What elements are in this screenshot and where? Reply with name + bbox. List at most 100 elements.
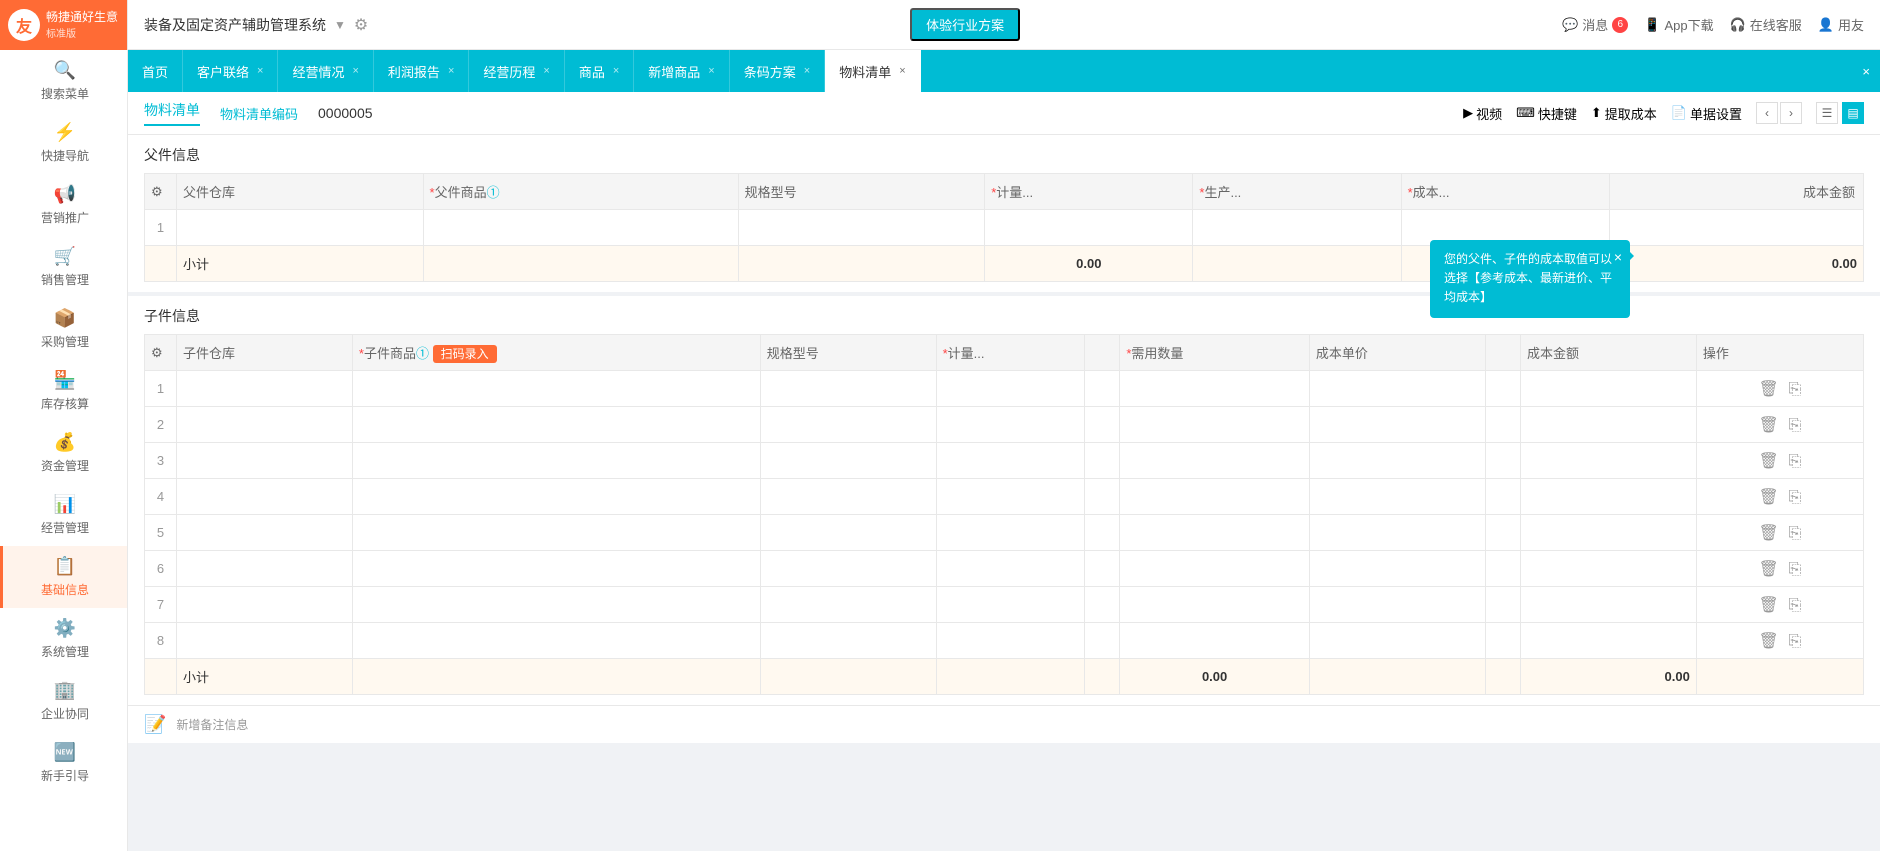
sidebar-item-sales[interactable]: 🛒 销售管理 [0, 236, 127, 298]
child-row-2-unit[interactable] [936, 407, 1085, 443]
prev-btn[interactable]: ‹ [1756, 102, 1778, 124]
scan-btn[interactable]: 扫码录入 [433, 345, 497, 363]
child-row-1-warehouse[interactable] [177, 371, 353, 407]
shortcut-btn[interactable]: ⌨ 快捷键 [1516, 104, 1577, 123]
sidebar-item-system[interactable]: ⚙️ 系统管理 [0, 608, 127, 670]
child-row-8-qty[interactable] [1120, 623, 1310, 659]
user-item[interactable]: 👤 用友 [1818, 15, 1864, 34]
child-row-4-unit[interactable] [936, 479, 1085, 515]
tab-add-goods-close[interactable]: × [708, 65, 714, 77]
notification-item[interactable]: 💬 消息 6 [1562, 15, 1628, 34]
tab-goods-close[interactable]: × [613, 65, 619, 77]
settings-icon[interactable]: ⚙ [354, 15, 368, 35]
delete-icon-4[interactable]: 🗑 [1759, 489, 1779, 506]
child-row-5-qty[interactable] [1120, 515, 1310, 551]
sidebar-item-guide[interactable]: 🆕 新手引导 [0, 732, 127, 794]
delete-icon-5[interactable]: 🗑 [1759, 525, 1779, 542]
copy-icon-7[interactable]: ⎘ [1788, 597, 1801, 614]
child-row-1-spec[interactable] [760, 371, 936, 407]
child-row-4-goods[interactable] [352, 479, 760, 515]
sidebar-item-finance[interactable]: 💰 资金管理 [0, 422, 127, 484]
tab-goods[interactable]: 商品 × [565, 50, 634, 92]
child-row-3-spec[interactable] [760, 443, 936, 479]
bottom-icon[interactable]: 📝 [144, 714, 166, 735]
child-row-4-unit-cost[interactable] [1309, 479, 1485, 515]
copy-icon-2[interactable]: ⎘ [1788, 417, 1801, 434]
tab-profit[interactable]: 利润报告 × [374, 50, 469, 92]
child-row-2-goods[interactable] [352, 407, 760, 443]
parent-row-1-produce[interactable] [1193, 210, 1401, 246]
single-settings-btn[interactable]: 📄 单据设置 [1671, 104, 1742, 123]
child-row-2-unit-cost[interactable] [1309, 407, 1485, 443]
child-row-4-qty[interactable] [1120, 479, 1310, 515]
tab-bom-close[interactable]: × [899, 65, 905, 77]
child-gear-icon[interactable]: ⚙ [151, 345, 163, 360]
delete-icon-2[interactable]: 🗑 [1759, 417, 1779, 434]
trial-button[interactable]: 体验行业方案 [910, 8, 1020, 41]
copy-icon-4[interactable]: ⎘ [1788, 489, 1801, 506]
child-row-3-goods[interactable] [352, 443, 760, 479]
child-row-8-spec[interactable] [760, 623, 936, 659]
tab-barcode-close[interactable]: × [804, 65, 810, 77]
tab-business-status-close[interactable]: × [352, 65, 358, 77]
video-btn[interactable]: ▶ 视频 [1463, 104, 1502, 123]
child-row-8-warehouse[interactable] [177, 623, 353, 659]
tab-customer[interactable]: 客户联络 × [183, 50, 278, 92]
copy-icon-3[interactable]: ⎘ [1788, 453, 1801, 470]
child-row-2-warehouse[interactable] [177, 407, 353, 443]
child-row-5-goods[interactable] [352, 515, 760, 551]
child-row-4-spec[interactable] [760, 479, 936, 515]
child-row-5-spec[interactable] [760, 515, 936, 551]
child-row-3-unit-cost[interactable] [1309, 443, 1485, 479]
sidebar-item-basic[interactable]: 📋 基础信息 [0, 546, 127, 608]
list-view-btn[interactable]: ☰ [1816, 102, 1838, 124]
child-row-1-qty[interactable] [1120, 371, 1310, 407]
page-tab-bom[interactable]: 物料清单 [144, 100, 200, 126]
child-row-3-unit[interactable] [936, 443, 1085, 479]
child-row-8-goods[interactable] [352, 623, 760, 659]
tab-customer-close[interactable]: × [257, 65, 263, 77]
parent-row-1-warehouse[interactable] [177, 210, 424, 246]
child-row-6-unit[interactable] [936, 551, 1085, 587]
copy-icon-1[interactable]: ⎘ [1788, 381, 1801, 398]
child-row-6-goods[interactable] [352, 551, 760, 587]
sidebar-item-purchase[interactable]: 📦 采购管理 [0, 298, 127, 360]
grid-view-btn[interactable]: ▤ [1842, 102, 1864, 124]
app-download-item[interactable]: 📱 App下载 [1644, 15, 1713, 34]
gear-icon[interactable]: ⚙ [151, 184, 163, 199]
next-btn[interactable]: › [1780, 102, 1802, 124]
child-row-1-unit[interactable] [936, 371, 1085, 407]
tab-history-close[interactable]: × [543, 65, 549, 77]
delete-icon-8[interactable]: 🗑 [1759, 633, 1779, 650]
child-row-4-warehouse[interactable] [177, 479, 353, 515]
child-row-5-warehouse[interactable] [177, 515, 353, 551]
child-row-6-warehouse[interactable] [177, 551, 353, 587]
sidebar-item-corp[interactable]: 🏢 企业协同 [0, 670, 127, 732]
sidebar-item-business[interactable]: 📊 经营管理 [0, 484, 127, 546]
child-row-7-goods[interactable] [352, 587, 760, 623]
delete-icon-6[interactable]: 🗑 [1759, 561, 1779, 578]
delete-icon-3[interactable]: 🗑 [1759, 453, 1779, 470]
parent-row-1-goods[interactable] [423, 210, 738, 246]
child-row-1-unit-cost[interactable] [1309, 371, 1485, 407]
child-row-8-unit-cost[interactable] [1309, 623, 1485, 659]
child-row-5-unit-cost[interactable] [1309, 515, 1485, 551]
parent-row-1-unit[interactable] [985, 210, 1193, 246]
child-row-8-unit[interactable] [936, 623, 1085, 659]
sidebar-item-inventory[interactable]: 🏪 库存核算 [0, 360, 127, 422]
child-row-1-goods[interactable] [352, 371, 760, 407]
online-support-item[interactable]: 🎧 在线客服 [1730, 15, 1802, 34]
tab-add-goods[interactable]: 新增商品 × [634, 50, 729, 92]
extract-cost-btn[interactable]: ⬆ 提取成本 [1591, 104, 1657, 123]
child-row-2-qty[interactable] [1120, 407, 1310, 443]
parent-row-1-spec[interactable] [738, 210, 985, 246]
child-row-6-spec[interactable] [760, 551, 936, 587]
tab-barcode[interactable]: 条码方案 × [730, 50, 825, 92]
tab-home[interactable]: 首页 [128, 50, 183, 92]
tab-history[interactable]: 经营历程 × [469, 50, 564, 92]
child-row-6-qty[interactable] [1120, 551, 1310, 587]
tooltip-close-btn[interactable]: × [1614, 246, 1622, 268]
child-row-7-warehouse[interactable] [177, 587, 353, 623]
delete-icon-7[interactable]: 🗑 [1759, 597, 1779, 614]
child-row-6-unit-cost[interactable] [1309, 551, 1485, 587]
